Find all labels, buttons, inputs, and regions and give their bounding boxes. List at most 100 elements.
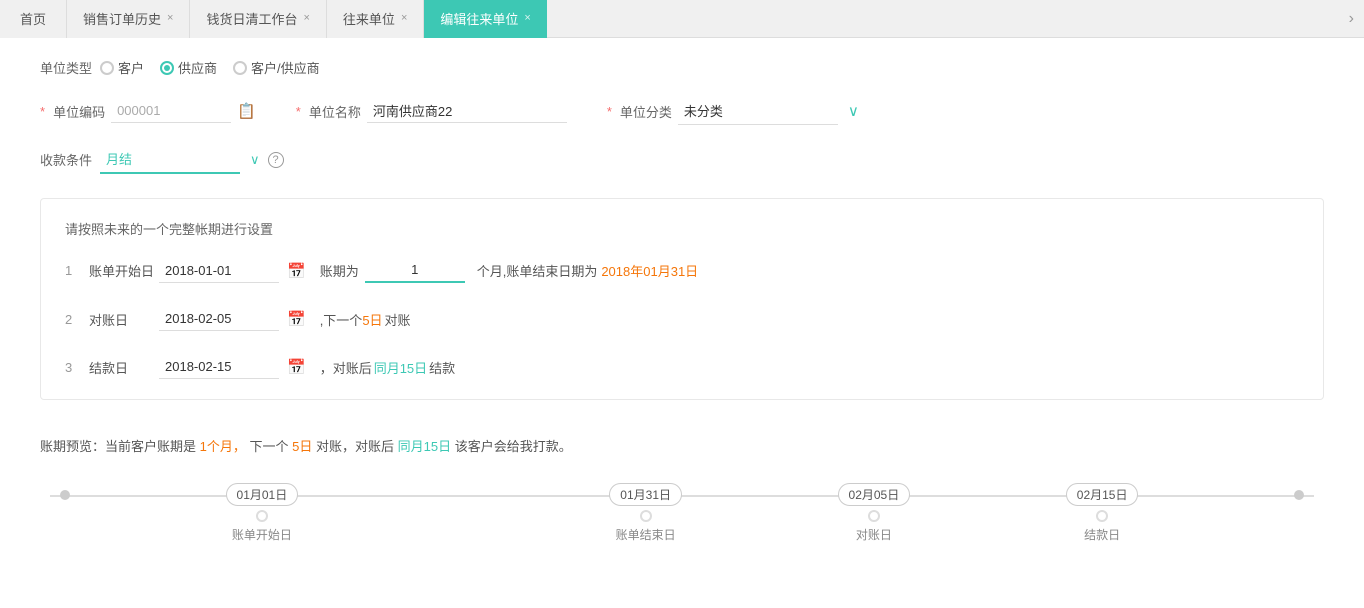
tab-sales-order[interactable]: 销售订单历史 × (67, 0, 190, 38)
tab-cash-workbench-label: 钱货日清工作台 (206, 9, 297, 28)
radio-both[interactable]: 客户/供应商 (233, 58, 320, 77)
row-1-cal-icon[interactable]: 📅 (287, 262, 306, 280)
tab-home[interactable]: 首页 (0, 0, 67, 38)
timeline-label-1: 账单开始日 (232, 526, 292, 543)
timeline-dot-2 (640, 510, 652, 522)
unit-code-required: * (40, 104, 45, 119)
timeline-end-dot (1294, 490, 1304, 500)
row-2-cal-icon[interactable]: 📅 (287, 310, 306, 328)
row-2-suffix2: 对账 (385, 310, 411, 329)
tab-partner-units-label: 往来单位 (343, 9, 395, 28)
unit-type-row: 单位类型 客户 供应商 客户/供应商 (40, 58, 1324, 77)
unit-category-select[interactable]: 未分类 (678, 97, 838, 125)
timeline-date-1: 01月01日 (226, 483, 299, 506)
payment-condition-select[interactable]: 月结 (100, 145, 240, 174)
row-1-period-label: 账期为 (320, 261, 359, 280)
timeline-date-3: 02月05日 (838, 483, 911, 506)
timeline-label-4: 结款日 (1084, 526, 1120, 543)
row-1-num: 1 (65, 263, 89, 278)
timeline-point-2: 01月31日 账单结束日 (609, 483, 682, 543)
payment-condition-row: 收款条件 月结 ∨ ? (40, 145, 1324, 174)
timeline-label-3: 对账日 (856, 526, 892, 543)
unit-type-radio-group: 客户 供应商 客户/供应商 (100, 58, 320, 77)
timeline-row: 01月01日 账单开始日 01月31日 账单结束日 02月05日 对账日 (60, 483, 1304, 543)
tab-partner-units-close[interactable]: × (401, 13, 407, 24)
timeline-dot-1 (256, 510, 268, 522)
unit-name-input[interactable] (367, 99, 567, 123)
unit-name-group: * 单位名称 (296, 99, 567, 123)
radio-supplier[interactable]: 供应商 (160, 58, 217, 77)
preview-label: 账期预览：当前客户账期是 (40, 439, 196, 454)
row-2-suffix1: ,下一个 (320, 310, 363, 329)
timeline-point-3: 02月05日 对账日 (838, 483, 911, 543)
tabs-bar: 首页 销售订单历史 × 钱货日清工作台 × 往来单位 × 编辑往来单位 × › (0, 0, 1364, 38)
tab-sales-order-label: 销售订单历史 (83, 9, 161, 28)
unit-category-group: * 单位分类 未分类 ∨ (607, 97, 859, 125)
tab-edit-partner[interactable]: 编辑往来单位 × (424, 0, 546, 38)
payment-dropdown-icon[interactable]: ∨ (250, 152, 260, 168)
tab-edit-partner-close[interactable]: × (524, 13, 530, 24)
radio-both-label: 客户/供应商 (251, 58, 320, 77)
setting-row-1: 1 账单开始日 📅 账期为 个月,账单结束日期为 2018年01月31日 (65, 258, 1299, 283)
row-3-day-highlight: 同月15日 (374, 358, 427, 377)
row-2-num: 2 (65, 312, 89, 327)
preview-section: 账期预览：当前客户账期是 1个月， 下一个 5日 对账，对账后 同月15日 该客… (40, 420, 1324, 543)
tab-home-label: 首页 (20, 9, 46, 28)
row-3-num: 3 (65, 360, 89, 375)
radio-both-circle (233, 61, 247, 75)
tab-sales-order-close[interactable]: × (167, 13, 173, 24)
tab-edit-partner-label: 编辑往来单位 (440, 9, 518, 28)
radio-supplier-label: 供应商 (178, 58, 217, 77)
tab-cash-workbench-close[interactable]: × (303, 13, 309, 24)
unit-category-value: 未分类 (684, 101, 832, 120)
unit-code-icon[interactable]: 📋 (237, 102, 256, 120)
timeline-wrapper: 01月01日 账单开始日 01月31日 账单结束日 02月05日 对账日 (40, 483, 1324, 543)
unit-code-group: * 单位编码 📋 (40, 99, 256, 123)
page-content: 单位类型 客户 供应商 客户/供应商 * 单位编码 📋 * 单位名称 (0, 38, 1364, 608)
unit-category-required: * (607, 104, 612, 119)
row-3-suffix2: 结款 (429, 358, 455, 377)
unit-name-label: 单位名称 (309, 102, 361, 121)
preview-reconcile-prefix: 下一个 (250, 439, 289, 454)
radio-customer-label: 客户 (118, 58, 144, 77)
row-2-date-input[interactable] (159, 307, 279, 331)
row-2-day-highlight: 5日 (362, 310, 382, 329)
unit-code-input[interactable] (111, 99, 231, 123)
row-3-field-label: 结款日 (89, 358, 159, 377)
timeline-start-dot (60, 490, 70, 500)
unit-category-dropdown-icon[interactable]: ∨ (848, 102, 859, 120)
row-1-end-date: 2018年01月31日 (601, 261, 698, 280)
settings-title: 请按照未来的一个完整帐期进行设置 (65, 219, 1299, 238)
row-3-cal-icon[interactable]: 📅 (287, 358, 306, 376)
setting-row-2: 2 对账日 📅 ,下一个 5日 对账 (65, 307, 1299, 331)
timeline-dot-4 (1096, 510, 1108, 522)
row-1-date-input[interactable] (159, 259, 279, 283)
tab-partner-units[interactable]: 往来单位 × (327, 0, 424, 38)
row-1-period-input[interactable] (365, 258, 465, 283)
help-icon[interactable]: ? (268, 152, 284, 168)
unit-type-label: 单位类型 (40, 58, 92, 77)
radio-customer[interactable]: 客户 (100, 58, 144, 77)
unit-name-required: * (296, 104, 301, 119)
timeline-point-4: 02月15日 结款日 (1066, 483, 1139, 543)
row-1-period-unit: 个月,账单结束日期为 (477, 261, 598, 280)
preview-payment-day: 同月15日 (398, 439, 451, 454)
preview-reconcile-suffix: 对账，对账后 (316, 439, 394, 454)
radio-customer-circle (100, 61, 114, 75)
unit-code-label: 单位编码 (53, 102, 105, 121)
timeline-date-4: 02月15日 (1066, 483, 1139, 506)
timeline-date-2: 01月31日 (609, 483, 682, 506)
settings-box: 请按照未来的一个完整帐期进行设置 1 账单开始日 📅 账期为 个月,账单结束日期… (40, 198, 1324, 400)
payment-condition-label: 收款条件 (40, 150, 92, 169)
row-3-date-input[interactable] (159, 355, 279, 379)
timeline-dot-3 (868, 510, 880, 522)
tab-cash-workbench[interactable]: 钱货日清工作台 × (190, 0, 326, 38)
row-2-field-label: 对账日 (89, 310, 159, 329)
preview-period: 1个月， (200, 439, 246, 454)
setting-row-3: 3 结款日 📅 ，对账后 同月15日 结款 (65, 355, 1299, 379)
tabs-scroll-right[interactable]: › (1339, 10, 1364, 28)
preview-end: 该客户会给我打款。 (455, 439, 572, 454)
timeline-label-2: 账单结束日 (616, 526, 676, 543)
payment-condition-value: 月结 (106, 149, 132, 168)
radio-supplier-circle (160, 61, 174, 75)
